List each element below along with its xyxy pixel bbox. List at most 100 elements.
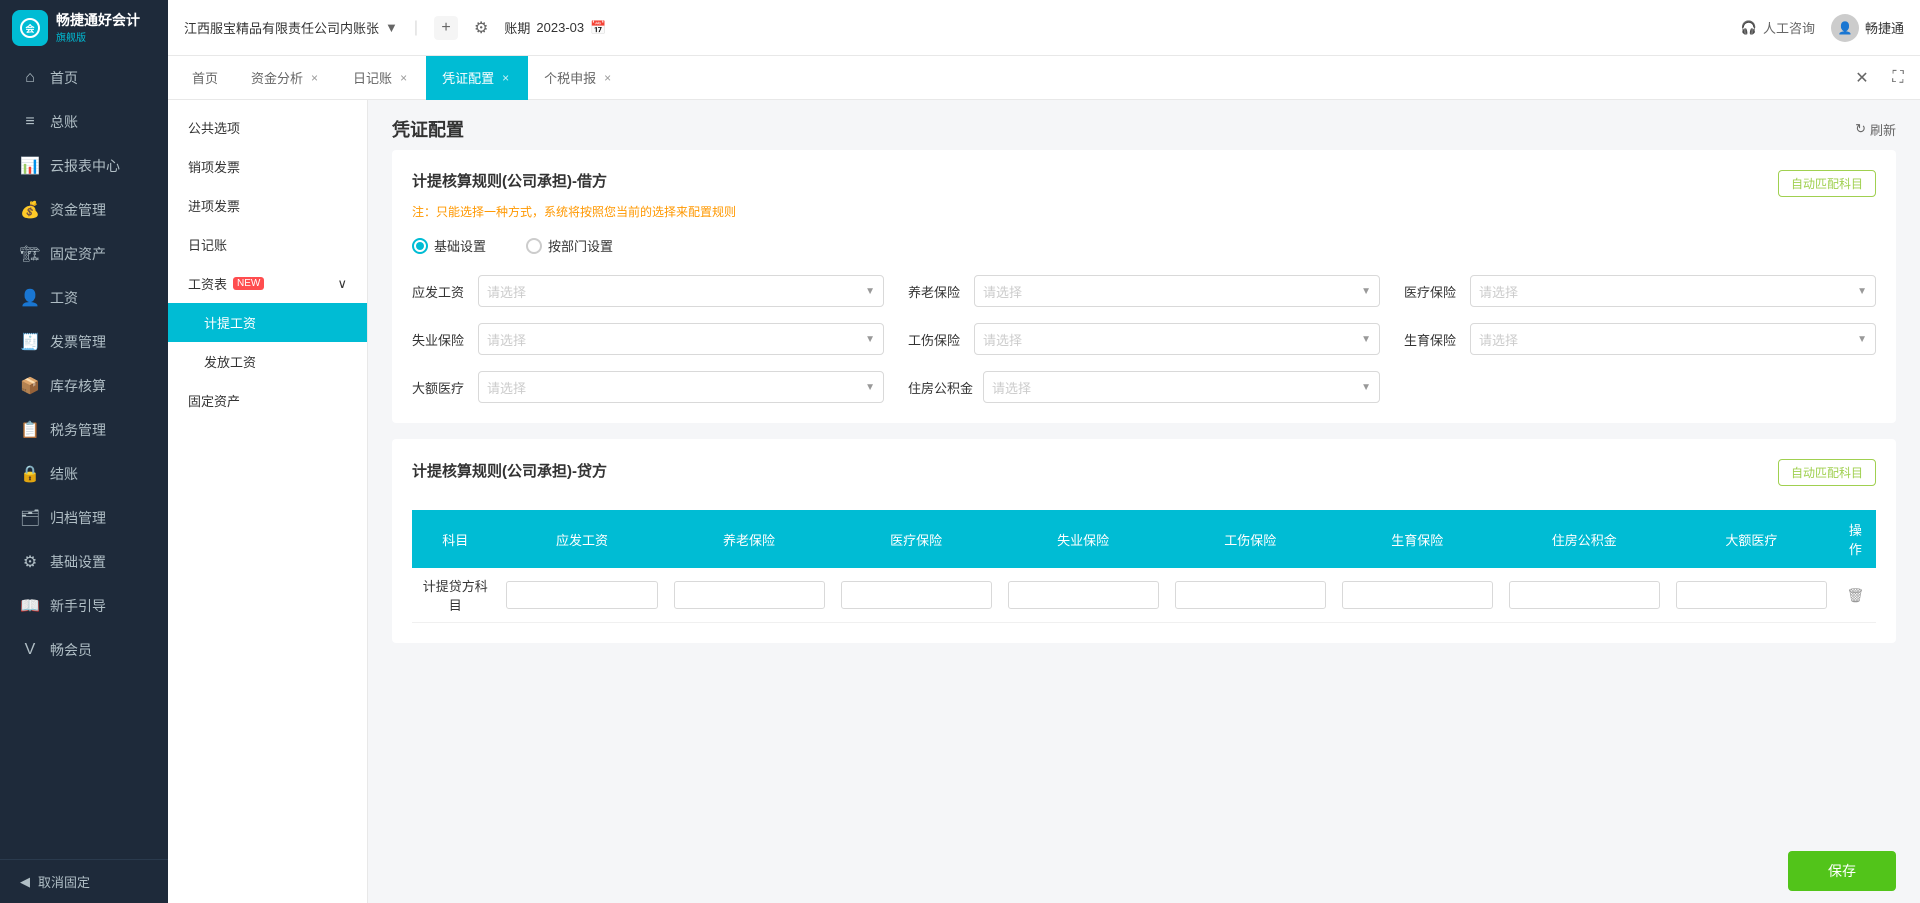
sidebar-item-label: 新手引导 <box>50 596 106 616</box>
refresh-button[interactable]: ↻ 刷新 <box>1855 120 1896 139</box>
sidebar-item-public[interactable]: 公共选项 <box>168 108 367 147</box>
label-yingfa-gongzi: 应发工资 <box>412 282 468 301</box>
label-shiye-baoxian: 失业保险 <box>412 330 468 349</box>
sidebar-item-close[interactable]: 🔒 结账 <box>0 452 168 496</box>
page-main: 凭证配置 ↻ 刷新 计提核算规则(公司承担)-借方 注：只能选择一种方式，系统将… <box>368 100 1920 903</box>
sidebar-item-salary-pay[interactable]: 发放工资 <box>168 342 367 381</box>
tabs-bar: 首页 资金分析 × 日记账 × 凭证配置 × 个税申报 × ✕ ⛶ <box>168 56 1920 100</box>
debit-section-title: 计提核算规则(公司承担)-借方 <box>412 170 736 191</box>
tab-tax-close[interactable]: × <box>602 69 613 87</box>
company-dropdown-icon: ▼ <box>385 20 398 35</box>
account-period: 账期 2023-03 📅 <box>504 18 606 37</box>
col-zhufang: 住房公积金 <box>1501 510 1668 568</box>
tab-journal[interactable]: 日记账 × <box>337 56 426 100</box>
top-bar: 江西服宝精品有限责任公司内账张 ▼ | + ⚙ 账期 2023-03 📅 🎧 人… <box>168 0 1920 56</box>
radio-basic[interactable]: 基础设置 <box>412 236 486 255</box>
salary-table-label: 工资表 <box>188 274 227 293</box>
divider: | <box>414 19 418 37</box>
sidebar-item-ledger[interactable]: ≡ 总账 <box>0 100 168 144</box>
input-yingfa[interactable] <box>506 581 657 609</box>
tab-home[interactable]: 首页 <box>176 56 235 100</box>
chevron-down-icon: ▼ <box>865 334 875 345</box>
sidebar-item-inventory[interactable]: 📦 库存核算 <box>0 364 168 408</box>
tab-capital-close[interactable]: × <box>309 69 320 87</box>
select-shiye-baoxian[interactable]: 请选择 ▼ <box>478 323 884 355</box>
sidebar-item-settings[interactable]: ⚙ 基础设置 <box>0 540 168 584</box>
delete-icon[interactable]: 🗑 <box>1847 587 1865 603</box>
input-yanglao[interactable] <box>674 581 825 609</box>
sidebar-item-invoice[interactable]: 🧾 发票管理 <box>0 320 168 364</box>
sidebar-item-capital[interactable]: 💰 资金管理 <box>0 188 168 232</box>
top-bar-right: 🎧 人工咨询 👤 畅捷通 <box>1741 14 1904 42</box>
radio-dept[interactable]: 按部门设置 <box>526 236 613 255</box>
sidebar-item-guide[interactable]: 📖 新手引导 <box>0 584 168 628</box>
select-yiliao-baoxian[interactable]: 请选择 ▼ <box>1470 275 1876 307</box>
sidebar-item-fixed-assets[interactable]: 🏗 固定资产 <box>0 232 168 276</box>
col-shiye: 失业保险 <box>1000 510 1167 568</box>
table-row: 计提贷方科目 <box>412 568 1876 623</box>
sidebar-item-fixed-assets-config[interactable]: 固定资产 <box>168 381 367 420</box>
sidebar-item-reports[interactable]: 📊 云报表中心 <box>0 144 168 188</box>
debit-section-note: 注：只能选择一种方式，系统将按照您当前的选择来配置规则 <box>412 203 736 220</box>
tab-voucher-label: 凭证配置 <box>442 68 494 87</box>
sidebar-item-tax[interactable]: 📋 税务管理 <box>0 408 168 452</box>
select-zhufang-gongjijin[interactable]: 请选择 ▼ <box>983 371 1380 403</box>
input-zhufang[interactable] <box>1509 581 1660 609</box>
input-shiye[interactable] <box>1008 581 1159 609</box>
select-zhufang-placeholder: 请选择 <box>992 378 1031 397</box>
input-shengyu[interactable] <box>1342 581 1493 609</box>
sidebar-item-label: 归档管理 <box>50 508 106 528</box>
tab-home-label: 首页 <box>192 68 218 87</box>
sidebar-item-salary-calc[interactable]: 计提工资 <box>168 303 367 342</box>
calendar-icon[interactable]: 📅 <box>590 20 606 36</box>
tab-voucher-close[interactable]: × <box>500 69 511 87</box>
company-selector[interactable]: 江西服宝精品有限责任公司内账张 ▼ <box>184 18 398 37</box>
gear-icon[interactable]: ⚙ <box>474 18 488 38</box>
sidebar-footer[interactable]: ◀ 取消固定 <box>0 859 168 903</box>
field-gongshang-baoxian: 工伤保险 请选择 ▼ <box>908 323 1380 355</box>
label-gongshang-baoxian: 工伤保险 <box>908 330 964 349</box>
user-info[interactable]: 👤 畅捷通 <box>1831 14 1904 42</box>
credit-table: 科目 应发工资 养老保险 医疗保险 失业保险 工伤保险 生育保险 住房公积金 大… <box>412 510 1876 623</box>
debit-section: 计提核算规则(公司承担)-借方 注：只能选择一种方式，系统将按照您当前的选择来配… <box>392 150 1896 423</box>
select-yanglao-baoxian[interactable]: 请选择 ▼ <box>974 275 1380 307</box>
tab-journal-close[interactable]: × <box>398 69 409 87</box>
select-gongshang-baoxian[interactable]: 请选择 ▼ <box>974 323 1380 355</box>
tab-capital[interactable]: 资金分析 × <box>235 56 337 100</box>
sidebar-item-label: 库存核算 <box>50 376 106 396</box>
sidebar-item-home[interactable]: ⌂ 首页 <box>0 56 168 100</box>
col-yiliao: 医疗保险 <box>833 510 1000 568</box>
add-company-button[interactable]: + <box>434 16 458 40</box>
sidebar-item-sales-invoice[interactable]: 销项发票 <box>168 147 367 186</box>
input-yiliao[interactable] <box>841 581 992 609</box>
service-button[interactable]: 🎧 人工咨询 <box>1741 18 1815 37</box>
col-daejingyiliao: 大额医疗 <box>1668 510 1835 568</box>
sidebar-item-vip[interactable]: V 畅会员 <box>0 628 168 672</box>
tab-voucher[interactable]: 凭证配置 × <box>426 56 528 100</box>
input-daejingyiliao[interactable] <box>1676 581 1827 609</box>
home-icon: ⌂ <box>20 69 40 87</box>
tab-close-window-button[interactable]: ✕ <box>1848 64 1876 92</box>
chevron-down-icon: ∨ <box>337 276 347 292</box>
sidebar-item-salary[interactable]: 👤 工资 <box>0 276 168 320</box>
sidebar-item-archive[interactable]: 🗂 归档管理 <box>0 496 168 540</box>
save-bar: 保存 <box>368 839 1920 903</box>
debit-auto-match-button[interactable]: 自动匹配科目 <box>1778 170 1876 197</box>
select-daejingyiliao[interactable]: 请选择 ▼ <box>478 371 884 403</box>
tab-maximize-button[interactable]: ⛶ <box>1884 64 1912 92</box>
sidebar-item-journal-entry[interactable]: 日记账 <box>168 225 367 264</box>
input-gongshang[interactable] <box>1175 581 1326 609</box>
save-button[interactable]: 保存 <box>1788 851 1896 891</box>
col-gongshang: 工伤保险 <box>1167 510 1334 568</box>
radio-dept-circle <box>526 238 542 254</box>
select-yingfa-gongzi[interactable]: 请选择 ▼ <box>478 275 884 307</box>
cell-gongshang <box>1167 568 1334 623</box>
credit-auto-match-button[interactable]: 自动匹配科目 <box>1778 459 1876 486</box>
sidebar-item-purchase-invoice[interactable]: 进项发票 <box>168 186 367 225</box>
select-shengyu-baoxian[interactable]: 请选择 ▼ <box>1470 323 1876 355</box>
chevron-down-icon: ▼ <box>1857 334 1867 345</box>
fixed-assets-icon: 🏗 <box>20 244 40 264</box>
invoice-icon: 🧾 <box>20 332 40 352</box>
tab-tax[interactable]: 个税申报 × <box>528 56 630 100</box>
sidebar-group-salary[interactable]: 工资表 NEW ∨ <box>168 264 367 303</box>
